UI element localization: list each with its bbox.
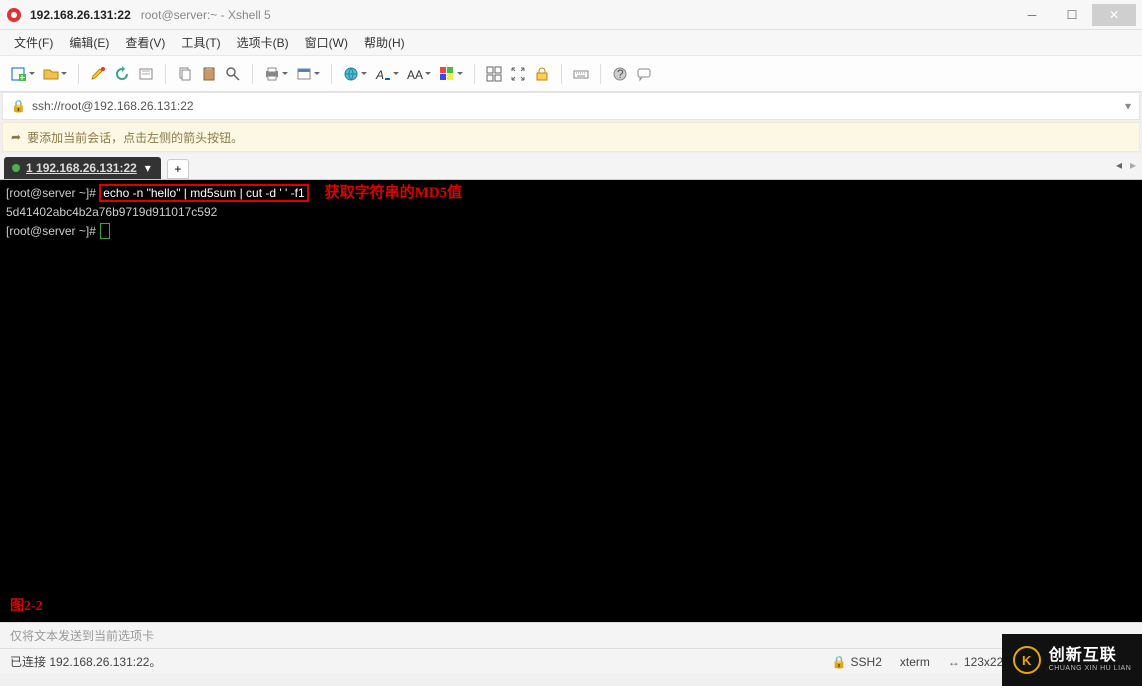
menu-view[interactable]: 查看(V) [119,32,171,53]
status-size: ↔123x22 [948,655,1003,669]
menubar: 文件(F) 编辑(E) 查看(V) 工具(T) 选项卡(B) 窗口(W) 帮助(… [0,30,1142,56]
maximize-button[interactable]: ☐ [1052,4,1092,26]
highlighter-icon[interactable] [87,63,109,85]
term-annotation: 获取字符串的MD5值 [325,185,463,201]
term-prompt-2: [root@server ~]# [6,224,99,238]
add-arrow-icon[interactable]: ➦ [11,130,21,144]
size-icon: ↔ [948,655,960,669]
menu-help[interactable]: 帮助(H) [358,32,411,53]
watermark-logo: K 创新互联 CHUANG XIN HU LIAN [1002,634,1142,686]
copy-icon[interactable] [174,63,196,85]
logo-main: 创新互联 [1049,647,1132,665]
windows-icon[interactable] [483,63,505,85]
menu-window[interactable]: 窗口(W) [299,32,354,53]
help-icon[interactable]: ? [609,63,631,85]
search-icon[interactable] [222,63,244,85]
close-button[interactable]: ✕ [1092,4,1136,26]
fontsize-icon[interactable]: AA [404,63,426,85]
lock-small-icon: 🔒 [11,99,26,113]
status-connection: 已连接 192.168.26.131:22。 [10,653,161,670]
keyboard-icon[interactable] [570,63,592,85]
input-hint: 仅将文本发送到当前选项卡 [10,627,154,644]
font-icon[interactable]: A [372,63,394,85]
print-icon[interactable] [261,63,283,85]
terminal[interactable]: [root@server ~]# echo -n "hello" | md5su… [0,180,1142,622]
term-output: 5d41402abc4b2a76b9719d911017c592 [6,205,217,219]
figure-label: 图2-2 [10,598,43,616]
status-term: xterm [900,655,930,669]
window-title-main: 192.168.26.131:22 [30,8,131,22]
chat-icon[interactable] [633,63,655,85]
address-bar[interactable]: 🔒 ssh://root@192.168.26.131:22 ▾ [2,92,1140,120]
new-session-icon[interactable] [8,63,30,85]
tab-strip: 1 192.168.26.131:22 ▾ + ◂ ▸ [0,154,1142,180]
menu-file[interactable]: 文件(F) [8,32,59,53]
address-url: ssh://root@192.168.26.131:22 [32,99,1125,113]
tab-prev-icon[interactable]: ◂ [1116,158,1122,172]
titlebar: 192.168.26.131:22 root@server:~ - Xshell… [0,0,1142,30]
svg-text:A: A [407,68,415,82]
svg-text:?: ? [617,67,624,81]
hint-bar: ➦ 要添加当前会话，点击左侧的箭头按钮。 [2,122,1140,152]
app-icon [6,7,22,23]
ssh-icon: 🔒 [832,655,847,669]
address-dropdown-icon[interactable]: ▾ [1125,99,1131,113]
status-bar: 已连接 192.168.26.131:22。 🔒SSH2 xterm ↔123x… [0,648,1142,674]
minimize-button[interactable]: ─ [1012,4,1052,26]
toolbar: A AA ? [0,56,1142,92]
term-prompt-1: [root@server ~]# [6,186,99,200]
refresh-icon[interactable] [111,63,133,85]
cursor-icon [101,224,109,238]
term-command-highlight: echo -n "hello" | md5sum | cut -d ' ' -f… [99,184,308,202]
menu-tools[interactable]: 工具(T) [175,32,226,53]
tab-menu-icon[interactable]: ▾ [145,161,151,175]
menu-edit[interactable]: 编辑(E) [63,32,115,53]
tab-next-icon[interactable]: ▸ [1130,158,1136,172]
view-icon[interactable] [293,63,315,85]
disconnect-icon[interactable] [135,63,157,85]
logo-sub: CHUANG XIN HU LIAN [1049,665,1132,673]
tab-session-1[interactable]: 1 192.168.26.131:22 ▾ [4,157,161,179]
input-bar[interactable]: 仅将文本发送到当前选项卡 [0,622,1142,648]
menu-tabs[interactable]: 选项卡(B) [231,32,295,53]
lock-icon[interactable] [531,63,553,85]
svg-text:A: A [375,68,384,82]
paste-icon[interactable] [198,63,220,85]
open-icon[interactable] [40,63,62,85]
expand-icon[interactable] [507,63,529,85]
tab-nav-arrows: ◂ ▸ [1116,158,1136,172]
status-protocol: 🔒SSH2 [832,655,882,669]
add-tab-button[interactable]: + [167,159,189,179]
window-title-sub: root@server:~ - Xshell 5 [141,8,271,22]
logo-orb-icon: K [1013,646,1041,674]
palette-icon[interactable] [436,63,458,85]
status-dot-icon [12,164,20,172]
globe-icon[interactable] [340,63,362,85]
hint-text: 要添加当前会话，点击左侧的箭头按钮。 [27,129,243,146]
svg-text:A: A [415,68,423,82]
